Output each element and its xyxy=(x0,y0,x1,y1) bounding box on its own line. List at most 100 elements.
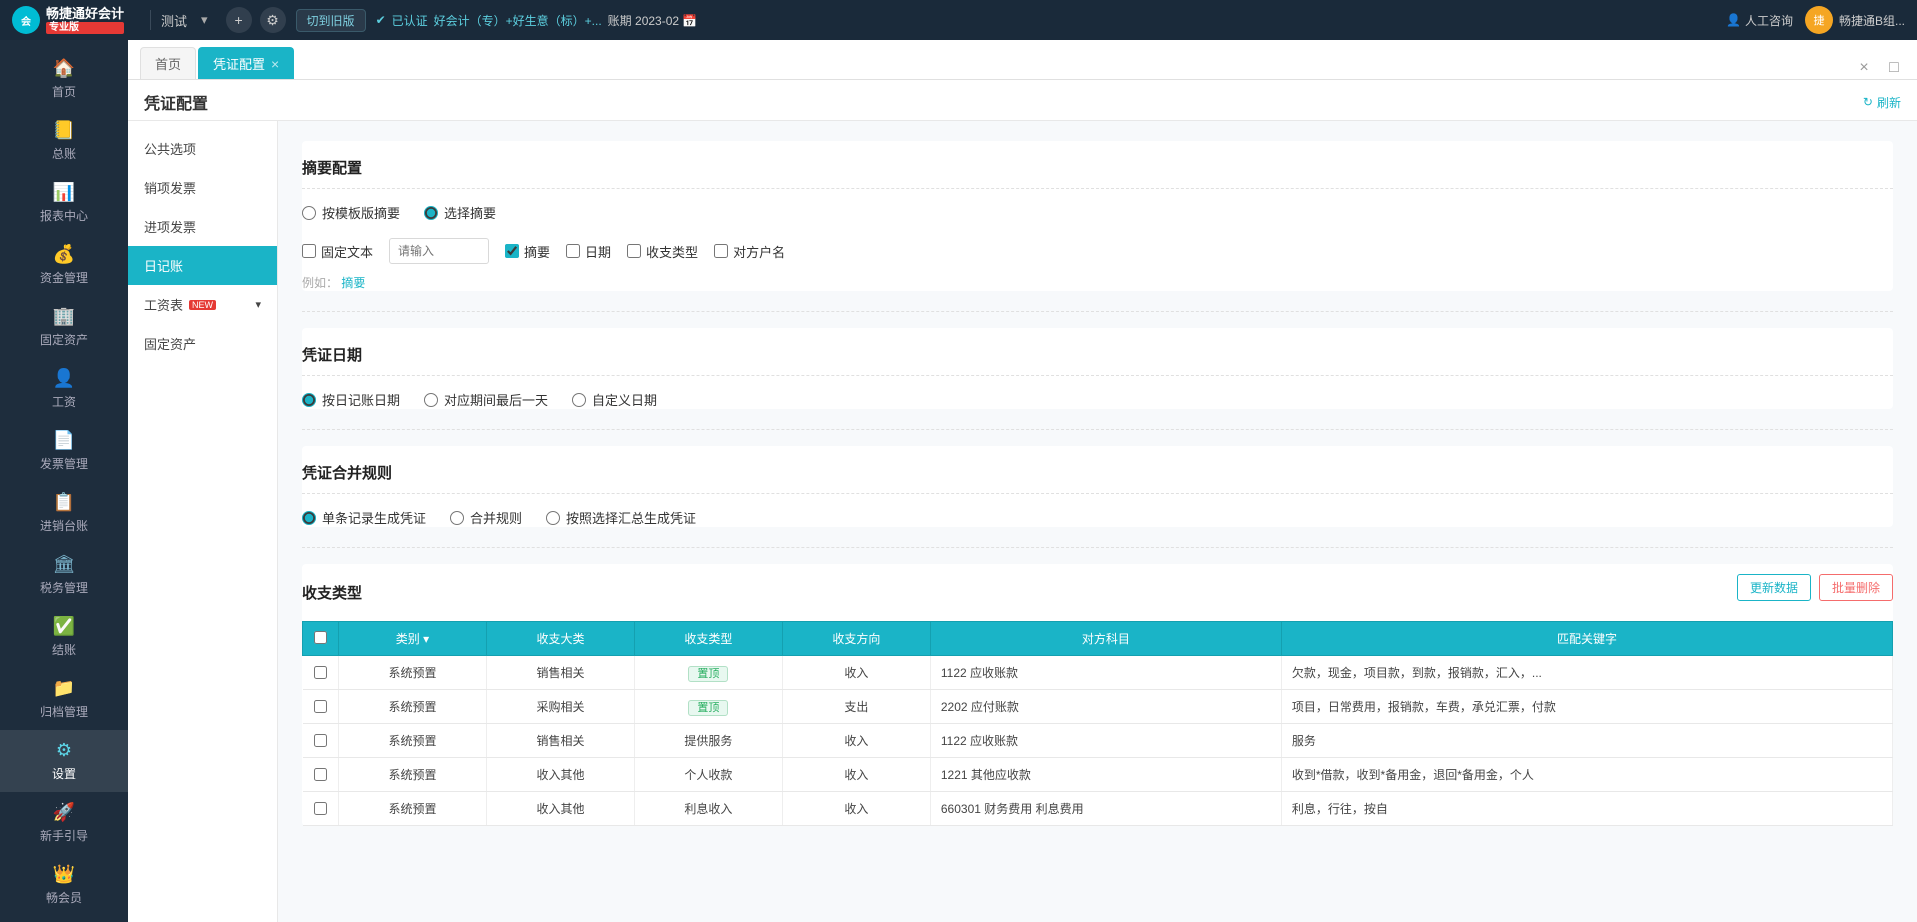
col-category: 类别 ▾ xyxy=(339,622,487,656)
window-close-button[interactable]: × xyxy=(1853,57,1875,79)
sidebar-item-close[interactable]: ✅ 结账 xyxy=(0,606,128,668)
sub-sidebar-item-purchase-inv[interactable]: 进项发票 xyxy=(128,207,277,246)
voucher-date-title: 凭证日期 xyxy=(302,328,1893,376)
dropdown-arrow[interactable]: ▾ xyxy=(201,12,208,28)
sidebar-item-finance[interactable]: 💰 资金管理 xyxy=(0,234,128,296)
counterparty-check[interactable] xyxy=(714,244,728,258)
summary-radio1[interactable] xyxy=(302,206,316,220)
row-checkbox-cell[interactable] xyxy=(303,758,339,792)
summary-checkbox[interactable]: 摘要 xyxy=(505,242,550,261)
tab-home[interactable]: 首页 xyxy=(140,47,196,79)
salary-icon: 👤 xyxy=(53,368,75,389)
row-checkbox[interactable] xyxy=(314,768,327,781)
sub-sidebar-item-public[interactable]: 公共选项 xyxy=(128,129,277,168)
merge-option1[interactable]: 单条记录生成凭证 xyxy=(302,508,426,527)
date-radio2[interactable] xyxy=(424,393,438,407)
fixed-text-check[interactable] xyxy=(302,244,316,258)
sidebar-item-reports[interactable]: 📊 报表中心 xyxy=(0,172,128,234)
row-checkbox[interactable] xyxy=(314,802,327,815)
ledger-icon: 📒 xyxy=(53,120,75,141)
row-checkbox[interactable] xyxy=(314,666,327,679)
row-direction: 收入 xyxy=(782,758,930,792)
merge-option2[interactable]: 合并规则 xyxy=(450,508,522,527)
row-checkbox-cell[interactable] xyxy=(303,724,339,758)
sidebar-item-salary[interactable]: 👤 工资 xyxy=(0,358,128,420)
table-row: 系统预置 收入其他 个人收款 收入 1221 其他应收款 收到*借款，收到*备用… xyxy=(303,758,1893,792)
company-name: 测试 xyxy=(161,11,187,30)
summary-check[interactable] xyxy=(505,244,519,258)
sidebar-item-guide[interactable]: 🚀 新手引导 xyxy=(0,792,128,854)
sidebar-item-home[interactable]: 🏠 首页 xyxy=(0,48,128,110)
date-radio3[interactable] xyxy=(572,393,586,407)
purchase-icon: 📋 xyxy=(53,492,75,513)
row-main-type: 销售相关 xyxy=(486,724,634,758)
counterparty-checkbox[interactable]: 对方户名 xyxy=(714,242,785,261)
row-direction: 收入 xyxy=(782,792,930,826)
date-option3[interactable]: 自定义日期 xyxy=(572,390,657,409)
merge-radio3[interactable] xyxy=(546,511,560,525)
user-menu[interactable]: 捷 畅捷通B组... xyxy=(1805,6,1905,34)
header-checkbox-col[interactable] xyxy=(303,622,339,656)
sidebar-item-member[interactable]: 👑 畅会员 xyxy=(0,854,128,916)
settings-button[interactable]: ⚙ xyxy=(260,7,286,33)
add-button[interactable]: + xyxy=(226,7,252,33)
fixed-text-input[interactable] xyxy=(389,238,489,264)
sub-sidebar-item-fixed-assets[interactable]: 固定资产 xyxy=(128,324,277,363)
voucher-date-radio-group: 按日记账日期 对应期间最后一天 自定义日期 xyxy=(302,390,1893,409)
sidebar-item-settings[interactable]: ⚙ 设置 xyxy=(0,730,128,792)
date-check[interactable] xyxy=(566,244,580,258)
service-button[interactable]: 👤 人工咨询 xyxy=(1726,12,1793,29)
date-radio1[interactable] xyxy=(302,393,316,407)
status-tags: 好会计（专）+好生意（标）+... xyxy=(434,12,602,29)
row-checkbox[interactable] xyxy=(314,700,327,713)
tab-close-icon[interactable]: × xyxy=(271,56,279,72)
logo-icon: 会 xyxy=(12,6,40,34)
summary-config-section: 摘要配置 按模板版摘要 选择摘要 xyxy=(302,141,1893,291)
merge-radio1[interactable] xyxy=(302,511,316,525)
preset-tag[interactable]: 置顶 xyxy=(688,700,728,716)
tab-voucher-config[interactable]: 凭证配置 × xyxy=(198,47,294,79)
preset-tag[interactable]: 置顶 xyxy=(688,666,728,682)
summary-option1[interactable]: 按模板版摘要 xyxy=(302,203,400,222)
date-checkbox[interactable]: 日期 xyxy=(566,242,611,261)
date-option1[interactable]: 按日记账日期 xyxy=(302,390,400,409)
sidebar-item-invoice[interactable]: 📄 发票管理 xyxy=(0,420,128,482)
finance-icon: 💰 xyxy=(53,244,75,265)
row-checkbox-cell[interactable] xyxy=(303,656,339,690)
member-icon: 👑 xyxy=(53,864,75,885)
sidebar-item-tax[interactable]: 🏛 税务管理 xyxy=(0,544,128,606)
row-checkbox[interactable] xyxy=(314,734,327,747)
window-maximize-button[interactable]: □ xyxy=(1883,57,1905,79)
sidebar-item-purchase[interactable]: 📋 进销台账 xyxy=(0,482,128,544)
batch-delete-button[interactable]: 批量删除 xyxy=(1819,574,1893,601)
sidebar-item-archive[interactable]: 📁 归档管理 xyxy=(0,668,128,730)
page-header: 凭证配置 ↻ 刷新 xyxy=(128,80,1917,121)
sub-sidebar-item-journal[interactable]: 日记账 xyxy=(128,246,277,285)
summary-radio2[interactable] xyxy=(424,206,438,220)
merge-option3[interactable]: 按照选择汇总生成凭证 xyxy=(546,508,696,527)
update-data-button[interactable]: 更新数据 xyxy=(1737,574,1811,601)
sub-sidebar-item-payroll[interactable]: 工资表 NEW ▾ xyxy=(128,285,277,324)
col-keywords: 匹配关键字 xyxy=(1281,622,1892,656)
row-sub-type: 提供服务 xyxy=(634,724,782,758)
refresh-button[interactable]: ↻ 刷新 xyxy=(1863,94,1901,111)
select-all-checkbox[interactable] xyxy=(314,631,327,644)
sub-sidebar-item-sales[interactable]: 销项发票 xyxy=(128,168,277,207)
merge-radio2[interactable] xyxy=(450,511,464,525)
topbar-actions: + ⚙ xyxy=(226,7,286,33)
sidebar-item-assets[interactable]: 🏢 固定资产 xyxy=(0,296,128,358)
switch-version-button[interactable]: 切到旧版 xyxy=(296,9,366,32)
income-expense-table: 类别 ▾ 收支大类 收支类型 收支方向 对方科目 匹配关键字 xyxy=(302,621,1893,826)
fixed-text-checkbox[interactable]: 固定文本 xyxy=(302,242,373,261)
row-category: 系统预置 xyxy=(339,758,487,792)
row-keywords: 服务 xyxy=(1281,724,1892,758)
date-option2[interactable]: 对应期间最后一天 xyxy=(424,390,548,409)
type-checkbox[interactable]: 收支类型 xyxy=(627,242,698,261)
app-logo: 会 畅捷通好会计 专业版 xyxy=(12,6,140,34)
row-checkbox-cell[interactable] xyxy=(303,690,339,724)
row-checkbox-cell[interactable] xyxy=(303,792,339,826)
summary-option2[interactable]: 选择摘要 xyxy=(424,203,496,222)
type-check[interactable] xyxy=(627,244,641,258)
invoice-icon: 📄 xyxy=(53,430,75,451)
sidebar-item-ledger[interactable]: 📒 总账 xyxy=(0,110,128,172)
